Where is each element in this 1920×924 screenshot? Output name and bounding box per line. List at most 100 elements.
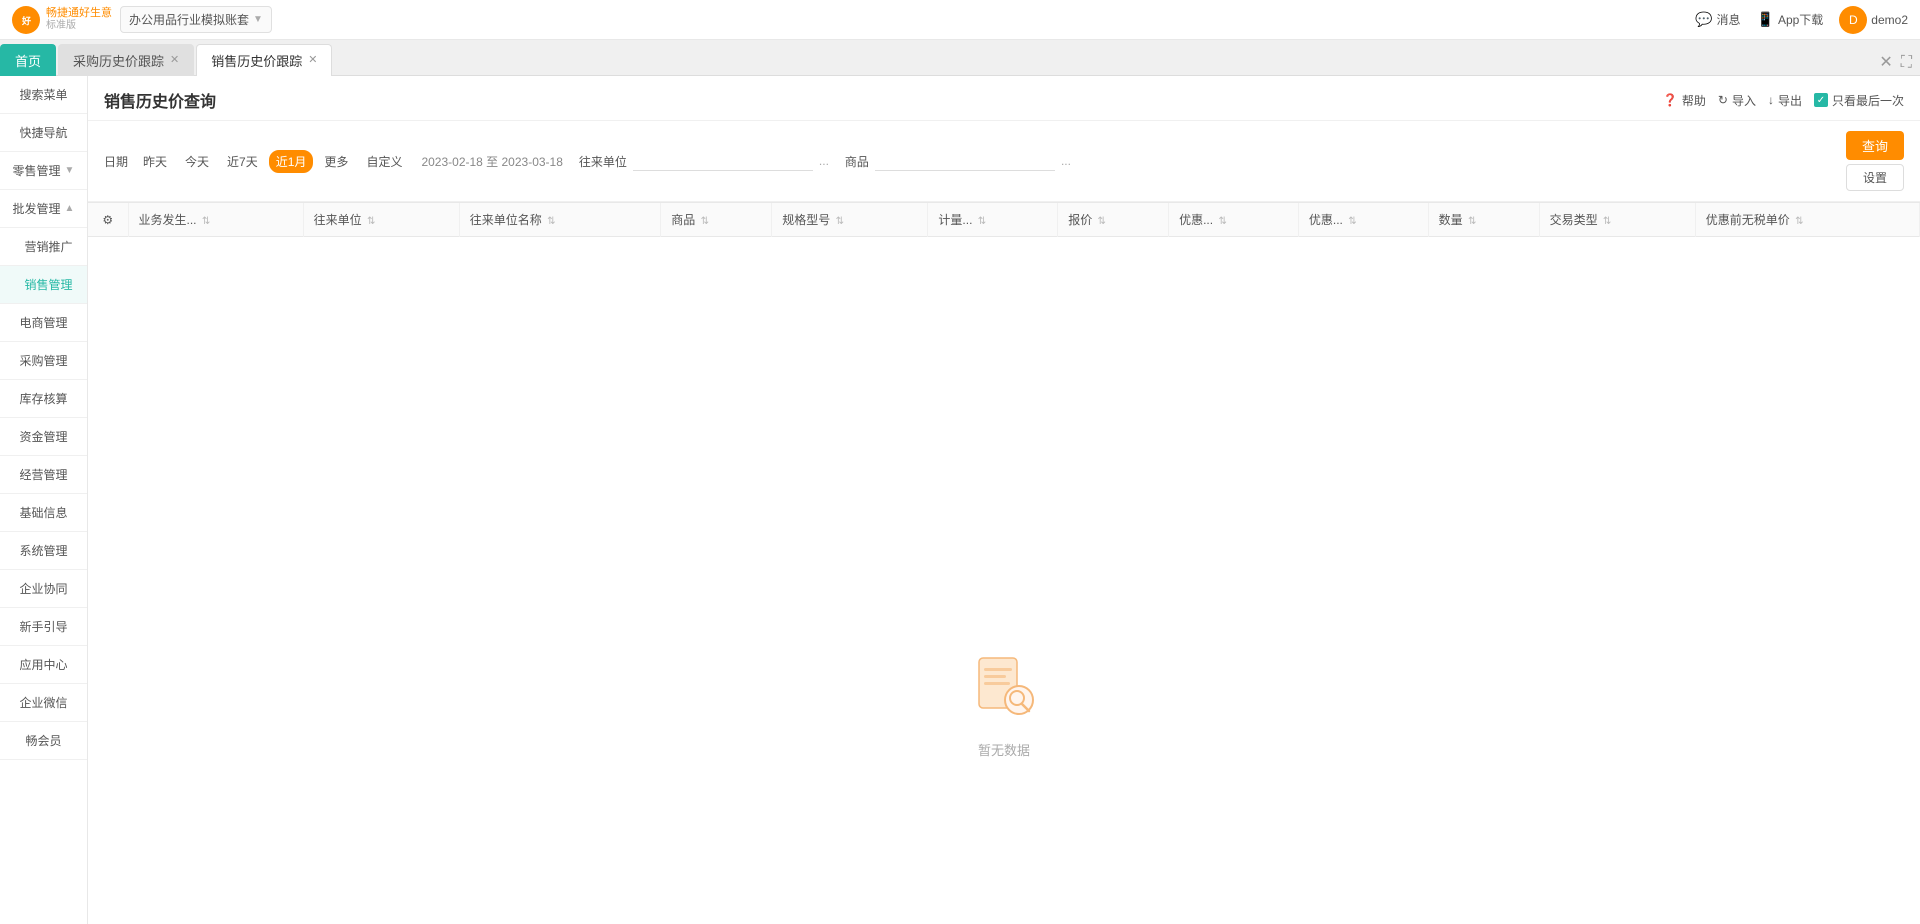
tab-home-label: 首页: [15, 51, 41, 70]
help-button[interactable]: ❓ 帮助: [1663, 92, 1706, 109]
customer-dots[interactable]: ...: [819, 154, 829, 168]
sidebar-item-ecommerce[interactable]: 电商管理: [0, 304, 87, 342]
logo-area: 好 畅捷通好生意 标准版: [12, 6, 112, 34]
sidebar-item-finance[interactable]: 资金管理: [0, 418, 87, 456]
user-menu[interactable]: D demo2: [1839, 6, 1908, 34]
sidebar-item-wechat[interactable]: 企业微信: [0, 684, 87, 722]
col-partner-name[interactable]: 往来单位名称 ⇅: [459, 203, 661, 237]
message-icon: 💬: [1695, 11, 1712, 28]
product-label: 商品: [845, 153, 869, 170]
header-left: 好 畅捷通好生意 标准版 办公用品行业模拟账套 ▼: [12, 6, 272, 34]
sort-icon: ⇅: [1098, 216, 1106, 227]
tab-purchase-label: 采购历史价跟踪: [73, 51, 164, 70]
sort-icon: ⇅: [1468, 216, 1476, 227]
system-label: 系统管理: [19, 542, 67, 559]
sidebar-item-basic-info[interactable]: 基础信息: [0, 494, 87, 532]
date-btn-1month[interactable]: 近1月: [269, 150, 314, 173]
product-input[interactable]: [875, 152, 1055, 171]
filter-right-actions: 查询 设置: [1846, 131, 1904, 191]
sidebar-item-membership[interactable]: 畅会员: [0, 722, 87, 760]
app-download-button[interactable]: 📱 App下载: [1757, 11, 1824, 28]
sidebar-item-search-menu[interactable]: 搜索菜单: [0, 76, 87, 114]
col-price[interactable]: 报价 ⇅: [1058, 203, 1169, 237]
date-filter-group: 日期 昨天 今天 近7天 近1月 更多 自定义 2023-02-18 至 202…: [104, 150, 563, 173]
data-table: ⚙ 业务发生... ⇅ 往来单位 ⇅ 往来单位名称: [88, 203, 1920, 237]
logo-icon: 好: [12, 6, 40, 34]
tab-sales-history[interactable]: 销售历史价跟踪 ✕: [196, 44, 332, 76]
col-biz-date[interactable]: 业务发生... ⇅: [128, 203, 303, 237]
col-spec[interactable]: 规格型号 ⇅: [772, 203, 928, 237]
main-layout: 搜索菜单 快捷导航 零售管理 ▼ 批发管理 ▲ 营销推广 销售管理 电商管理 采…: [0, 76, 1920, 924]
col-unit[interactable]: 计量... ⇅: [928, 203, 1058, 237]
sidebar-item-sales-mgmt[interactable]: 销售管理: [0, 266, 87, 304]
content-area: 销售历史价查询 ❓ 帮助 ↻ 导入 ↓ 导出 ✓ 只看最后一次: [88, 76, 1920, 924]
purchase-label: 采购管理: [19, 352, 67, 369]
wechat-label: 企业微信: [19, 694, 67, 711]
sidebar-item-operations[interactable]: 经营管理: [0, 456, 87, 494]
guide-label: 新手引导: [19, 618, 67, 635]
col-trade-type[interactable]: 交易类型 ⇅: [1539, 203, 1695, 237]
tab-purchase-history[interactable]: 采购历史价跟踪 ✕: [58, 44, 194, 76]
date-options: 昨天 今天 近7天 近1月 更多 自定义: [136, 150, 409, 173]
import-button[interactable]: ↻ 导入: [1718, 92, 1756, 109]
sort-icon: ⇅: [978, 216, 986, 227]
sort-icon: ⇅: [367, 216, 375, 227]
col-pretax-price[interactable]: 优惠前无税单价 ⇅: [1695, 203, 1919, 237]
date-range-display: 2023-02-18 至 2023-03-18: [421, 153, 562, 170]
sidebar-item-marketing[interactable]: 营销推广: [0, 228, 87, 266]
sidebar-item-system[interactable]: 系统管理: [0, 532, 87, 570]
inventory-label: 库存核算: [19, 390, 67, 407]
sidebar-item-inventory[interactable]: 库存核算: [0, 380, 87, 418]
date-btn-7days[interactable]: 近7天: [220, 150, 265, 173]
customer-filter-group: 往来单位 ...: [579, 152, 829, 171]
wholesale-label: 批发管理: [13, 200, 61, 217]
quick-nav-label: 快捷导航: [19, 124, 67, 141]
sidebar-item-guide[interactable]: 新手引导: [0, 608, 87, 646]
empty-text: 暂无数据: [978, 740, 1030, 759]
finance-label: 资金管理: [19, 428, 67, 445]
sales-mgmt-label: 销售管理: [24, 276, 72, 293]
sort-icon: ⇅: [1795, 216, 1803, 227]
col-discount2[interactable]: 优惠... ⇅: [1298, 203, 1428, 237]
empty-illustration: [964, 648, 1044, 728]
col-quantity[interactable]: 数量 ⇅: [1428, 203, 1539, 237]
tab-purchase-close[interactable]: ✕: [170, 55, 179, 66]
message-button[interactable]: 💬 消息: [1695, 11, 1740, 28]
sidebar-item-enterprise[interactable]: 企业协同: [0, 570, 87, 608]
tab-bar: 首页 采购历史价跟踪 ✕ 销售历史价跟踪 ✕ ✕ ⛶: [0, 40, 1920, 76]
top-header: 好 畅捷通好生意 标准版 办公用品行业模拟账套 ▼ 💬 消息 📱 App下载 D…: [0, 0, 1920, 40]
date-btn-today[interactable]: 今天: [178, 150, 216, 173]
col-product[interactable]: 商品 ⇅: [661, 203, 772, 237]
sidebar-item-quick-nav[interactable]: 快捷导航: [0, 114, 87, 152]
date-btn-custom[interactable]: 自定义: [359, 150, 409, 173]
chevron-up-icon: ▲: [65, 203, 75, 214]
sidebar-item-retail[interactable]: 零售管理 ▼: [0, 152, 87, 190]
col-settings[interactable]: ⚙: [88, 203, 128, 237]
date-btn-more[interactable]: 更多: [317, 150, 355, 173]
table-area: ⚙ 业务发生... ⇅ 往来单位 ⇅ 往来单位名称: [88, 203, 1920, 924]
svg-text:好: 好: [21, 15, 31, 26]
settings-button[interactable]: 设置: [1846, 164, 1904, 191]
sidebar-item-app-center[interactable]: 应用中心: [0, 646, 87, 684]
view-last-toggle[interactable]: ✓ 只看最后一次: [1814, 92, 1904, 109]
product-filter-group: 商品 ...: [845, 152, 1071, 171]
col-partner-code[interactable]: 往来单位 ⇅: [303, 203, 459, 237]
import-icon: ↻: [1718, 93, 1728, 107]
date-btn-yesterday[interactable]: 昨天: [136, 150, 174, 173]
close-tab-icon[interactable]: ✕: [1879, 55, 1892, 71]
checkbox-icon: ✓: [1814, 93, 1828, 107]
sidebar-item-wholesale[interactable]: 批发管理 ▲: [0, 190, 87, 228]
fullscreen-icon[interactable]: ⛶: [1901, 55, 1912, 71]
tab-home[interactable]: 首页: [0, 44, 56, 76]
search-button[interactable]: 查询: [1846, 131, 1904, 160]
export-button[interactable]: ↓ 导出: [1768, 92, 1802, 109]
tab-sales-close[interactable]: ✕: [308, 55, 317, 66]
filter-bar: 日期 昨天 今天 近7天 近1月 更多 自定义 2023-02-18 至 202…: [88, 121, 1920, 202]
product-dots[interactable]: ...: [1061, 154, 1071, 168]
col-discount1[interactable]: 优惠... ⇅: [1169, 203, 1299, 237]
workspace-selector[interactable]: 办公用品行业模拟账套 ▼: [120, 6, 272, 33]
sort-icon: ⇅: [1218, 216, 1226, 227]
page-header: 销售历史价查询 ❓ 帮助 ↻ 导入 ↓ 导出 ✓ 只看最后一次: [88, 76, 1920, 121]
sidebar-item-purchase[interactable]: 采购管理: [0, 342, 87, 380]
customer-input[interactable]: [633, 152, 813, 171]
